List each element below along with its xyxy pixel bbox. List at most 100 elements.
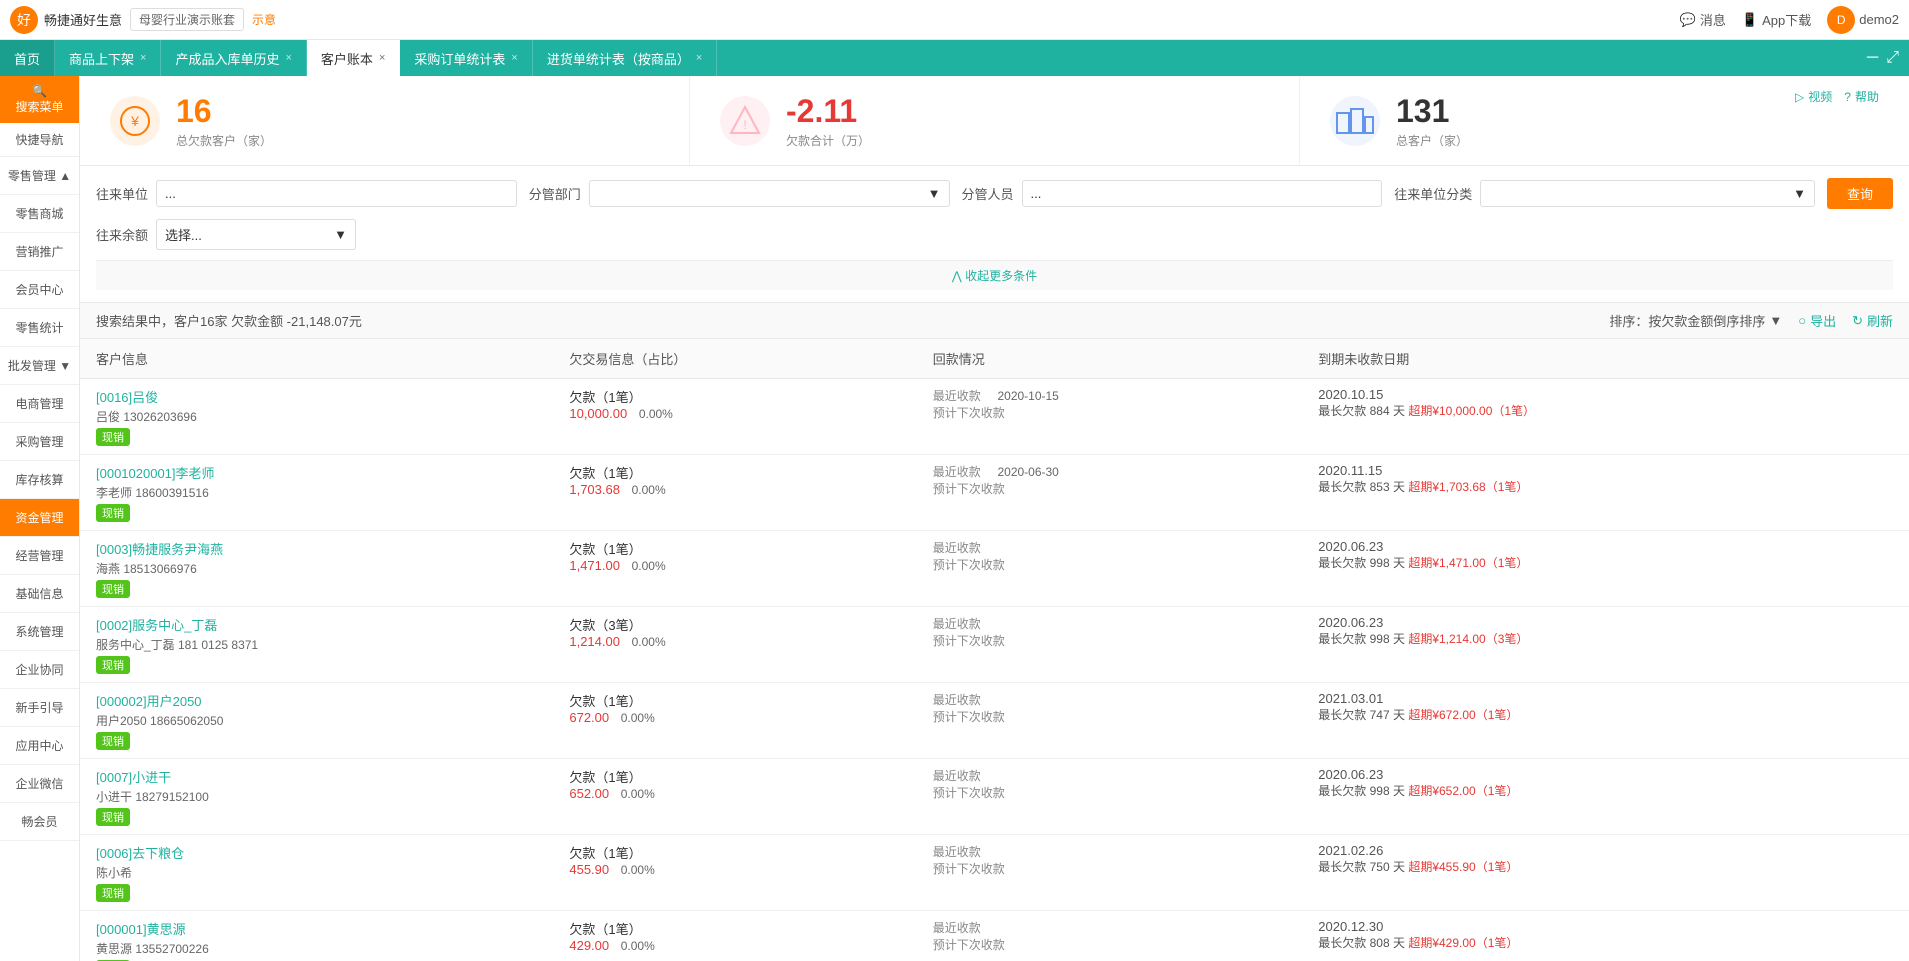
app-download-btn[interactable]: 📱 App下载 — [1742, 10, 1811, 29]
customer-name-link-7[interactable]: [000001]黄思源 — [96, 922, 186, 937]
cell-debt-0: 欠款（1笔） 10,000.00 0.00% — [553, 379, 916, 455]
customer-name-link-5[interactable]: [0007]小进干 — [96, 770, 171, 785]
tab-goods-stats[interactable]: 进货单统计表（按商品） × — [533, 40, 717, 76]
customer-table: 客户信息 欠交易信息（占比） 回款情况 到期未收款日期 [0016]吕俊 吕俊 … — [80, 339, 1909, 961]
sort-selector[interactable]: 排序：按欠款金额倒序排序 ▼ — [1609, 311, 1782, 330]
tab-purchase-order-close[interactable]: × — [511, 52, 517, 64]
sidebar-item-finance[interactable]: 资金管理 — [0, 499, 79, 537]
export-btn[interactable]: ○ 导出 — [1798, 311, 1836, 330]
last-collect-label-2: 最近收款 — [933, 541, 981, 555]
due-date-6: 2021.02.26 — [1318, 843, 1893, 858]
overdue-link-5[interactable]: 超期¥652.00（1笔） — [1408, 784, 1518, 798]
filter-supplier-input[interactable]: ... — [156, 180, 517, 207]
sidebar-item-app-center[interactable]: 应用中心 — [0, 727, 79, 765]
sidebar-item-enterprise[interactable]: 企业协同 — [0, 651, 79, 689]
filter-row-1: 往来单位 ... 分管部门 ▼ 分管人员 ... — [96, 178, 1893, 209]
sidebar-item-quicknav[interactable]: 快捷导航 — [0, 123, 79, 157]
customer-name-link-0[interactable]: [0016]吕俊 — [96, 390, 158, 405]
refresh-btn[interactable]: ↻ 刷新 — [1852, 311, 1893, 330]
cell-collection-0: 最近收款 2020-10-15 预计下次收款 — [917, 379, 1303, 455]
top-bar: 好 畅捷通好生意 母婴行业演示账套 示意 💬 消息 📱 App下载 D demo… — [0, 0, 1909, 40]
customer-name-link-6[interactable]: [0006]去下粮仓 — [96, 846, 184, 861]
overdue-link-1[interactable]: 超期¥1,703.68（1笔） — [1408, 480, 1528, 494]
view-video-btn[interactable]: ▷ 视频 — [1795, 88, 1832, 105]
tab-home[interactable]: 首页 — [0, 40, 55, 76]
customer-name-link-4[interactable]: [000002]用户2050 — [96, 694, 202, 709]
help-btn[interactable]: ? 帮助 — [1844, 88, 1879, 105]
overdue-link-3[interactable]: 超期¥1,214.00（3笔） — [1408, 632, 1528, 646]
debt-percent-5: 0.00% — [621, 787, 655, 801]
app-logo-icon: 好 — [10, 6, 38, 34]
col-collection: 回款情况 — [917, 339, 1303, 379]
customer-name-link-1[interactable]: [0001020001]李老师 — [96, 466, 215, 481]
sidebar-item-basic-info[interactable]: 基础信息 — [0, 575, 79, 613]
tab-purchase-history-close[interactable]: × — [285, 52, 291, 64]
debt-amount-4: 672.00 — [569, 710, 609, 725]
overdue-days-1: 最长欠款 853 天 超期¥1,703.68（1笔） — [1318, 478, 1893, 495]
company-selector[interactable]: 母婴行业演示账套 — [130, 8, 244, 31]
table-row: [000002]用户2050 用户2050 18665062050 现销 欠款（… — [80, 683, 1909, 759]
overdue-link-0[interactable]: 超期¥10,000.00（1笔） — [1408, 404, 1535, 418]
sidebar-item-search[interactable]: 🔍 搜索菜单 — [0, 76, 79, 123]
filter-dept-input[interactable]: ▼ — [589, 180, 950, 207]
customer-name-link-3[interactable]: [0002]服务中心_丁磊 — [96, 618, 217, 633]
user-menu[interactable]: D demo2 — [1827, 6, 1899, 34]
customer-name-link-2[interactable]: [0003]畅捷服务尹海燕 — [96, 542, 223, 557]
tab-maximize-icon[interactable]: ⤢ — [1886, 49, 1899, 67]
last-collect-label-7: 最近收款 — [933, 921, 981, 935]
filter-balance-label: 往来余额 — [96, 225, 148, 244]
sidebar-item-retail-mgmt[interactable]: 零售管理 ▲ — [0, 157, 79, 195]
tab-customer-account[interactable]: 客户账本 × — [307, 40, 400, 76]
sidebar-item-operations[interactable]: 经营管理 — [0, 537, 79, 575]
sidebar-enterprise-label: 企业协同 — [15, 663, 63, 677]
help-label: 帮助 — [1855, 88, 1879, 105]
tab-minimize-icon[interactable]: ─ — [1867, 49, 1878, 67]
collapse-filter-btn[interactable]: ⋀ 收起更多条件 — [96, 260, 1893, 290]
filter-balance-select[interactable]: 选择... ▼ — [156, 219, 356, 250]
debt-amount-6: 455.90 — [569, 862, 609, 877]
sidebar-item-marketing[interactable]: 营销推广 — [0, 233, 79, 271]
sidebar-item-ecommerce[interactable]: 电商管理 — [0, 385, 79, 423]
stat-debtors-label: 总欠款客户（家） — [176, 132, 272, 149]
sidebar-item-retail-mall[interactable]: 零售商城 — [0, 195, 79, 233]
tab-bar: 首页 商品上下架 × 产成品入库单历史 × 客户账本 × 采购订单统计表 × 进… — [0, 40, 1909, 76]
tab-products[interactable]: 商品上下架 × — [55, 40, 161, 76]
filter-person-input[interactable]: ... — [1022, 180, 1383, 207]
customer-tag-6: 现销 — [96, 884, 130, 902]
sidebar-item-purchase[interactable]: 采购管理 — [0, 423, 79, 461]
sidebar-purchase-label: 采购管理 — [15, 435, 63, 449]
filter-area: 往来单位 ... 分管部门 ▼ 分管人员 ... — [80, 166, 1909, 303]
sidebar-item-member[interactable]: 会员中心 — [0, 271, 79, 309]
overdue-link-7[interactable]: 超期¥429.00（1笔） — [1408, 936, 1518, 950]
sidebar-item-wechat[interactable]: 企业微信 — [0, 765, 79, 803]
table-row: [0016]吕俊 吕俊 13026203696 现销 欠款（1笔） 10,000… — [80, 379, 1909, 455]
tab-purchase-order[interactable]: 采购订单统计表 × — [400, 40, 532, 76]
overdue-link-2[interactable]: 超期¥1,471.00（1笔） — [1408, 556, 1528, 570]
tab-goods-stats-label: 进货单统计表（按商品） — [547, 49, 690, 68]
debt-desc-7: 欠款（1笔） — [569, 919, 900, 938]
overdue-link-4[interactable]: 超期¥672.00（1笔） — [1408, 708, 1518, 722]
table-container: 客户信息 欠交易信息（占比） 回款情况 到期未收款日期 [0016]吕俊 吕俊 … — [80, 339, 1909, 961]
stat-top-actions: ▷ 视频 ? 帮助 — [1795, 76, 1879, 105]
search-button[interactable]: 查询 — [1827, 178, 1893, 209]
next-collect-label-4: 预计下次收款 — [933, 710, 1005, 724]
message-btn[interactable]: 💬 消息 — [1680, 10, 1726, 29]
overdue-link-6[interactable]: 超期¥455.90（1笔） — [1408, 860, 1518, 874]
sidebar-item-inventory[interactable]: 库存核算 — [0, 461, 79, 499]
sidebar-item-wholesale[interactable]: 批发管理 ▼ — [0, 347, 79, 385]
sidebar-item-retail-stats[interactable]: 零售统计 — [0, 309, 79, 347]
tab-purchase-history[interactable]: 产成品入库单历史 × — [161, 40, 306, 76]
cell-due-0: 2020.10.15 最长欠款 884 天 超期¥10,000.00（1笔） — [1302, 379, 1909, 455]
tab-products-close[interactable]: × — [140, 52, 146, 64]
tab-goods-stats-close[interactable]: × — [696, 52, 702, 64]
sidebar-item-system[interactable]: 系统管理 — [0, 613, 79, 651]
tab-controls: ─ ⤢ — [1857, 40, 1909, 76]
chevron-down-sort-icon: ▼ — [1769, 313, 1782, 328]
sidebar-item-guide[interactable]: 新手引导 — [0, 689, 79, 727]
sidebar-item-vip[interactable]: 畅会员 — [0, 803, 79, 841]
last-collect-label-0: 最近收款 — [933, 389, 981, 403]
sidebar-wechat-label: 企业微信 — [15, 777, 63, 791]
tab-customer-account-close[interactable]: × — [379, 52, 385, 64]
filter-category-input[interactable]: ▼ — [1480, 180, 1815, 207]
stat-customers-info: 131 总客户（家） — [1396, 93, 1468, 149]
